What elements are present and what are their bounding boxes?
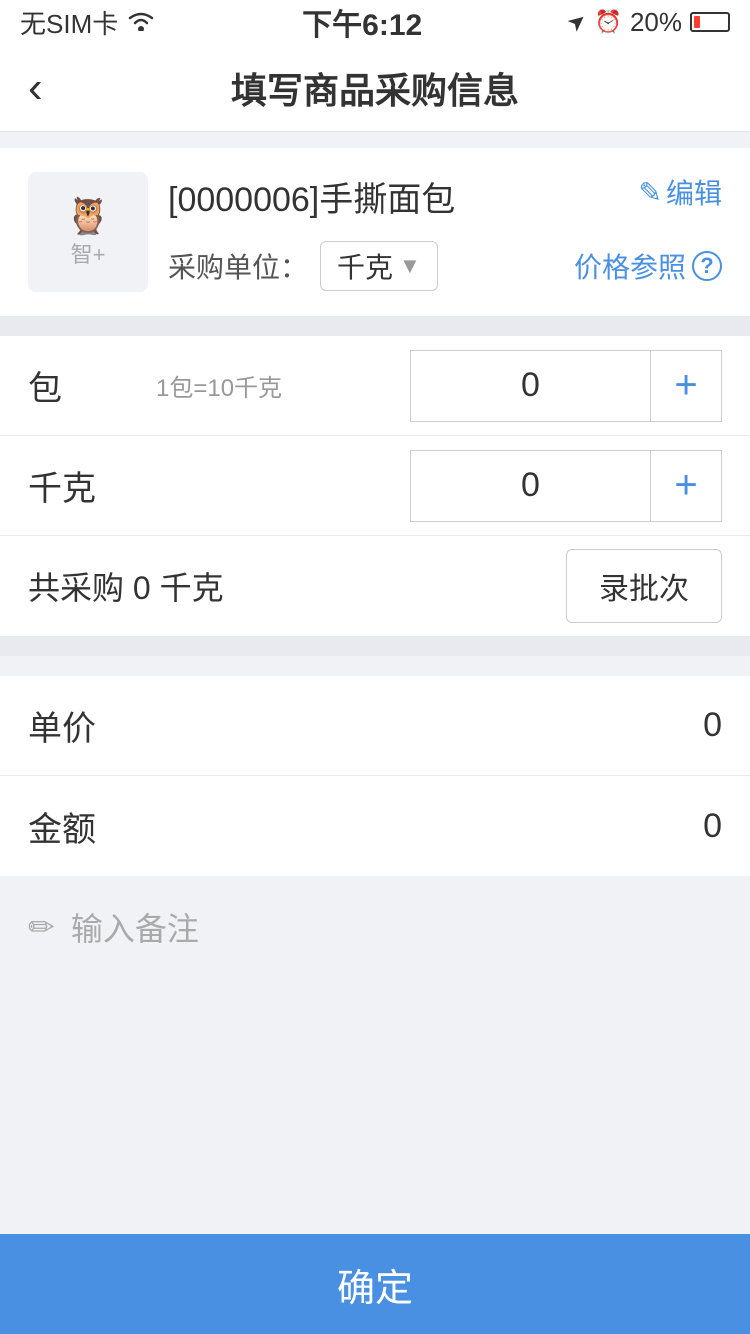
alarm-icon: ⏰ xyxy=(595,9,622,35)
qianke-input-group: + xyxy=(410,450,722,522)
unit-left: 采购单位： 千克 ▼ xyxy=(168,241,438,291)
battery-icon xyxy=(690,12,730,32)
product-name: [0000006]手撕面包 xyxy=(168,172,639,221)
danjia-label: 单价 xyxy=(28,701,96,750)
remark-input-area[interactable]: ✏ 输入备注 xyxy=(28,904,722,950)
status-bar: 无SIM卡 下午6:12 ➤ ⏰ 20% xyxy=(0,0,750,44)
edit-label: 编辑 xyxy=(666,172,722,212)
product-logo: 🦉 智+ xyxy=(28,172,148,292)
back-button[interactable]: ‹ xyxy=(28,66,43,110)
edit-button[interactable]: ✎ 编辑 xyxy=(639,172,722,212)
location-icon: ➤ xyxy=(562,6,593,38)
danjia-value: 0 xyxy=(703,706,722,745)
qianke-input[interactable] xyxy=(410,450,650,522)
unit-value: 千克 xyxy=(337,246,393,286)
unit-select[interactable]: 千克 ▼ xyxy=(320,241,438,291)
jine-label: 金额 xyxy=(28,802,96,851)
battery-percent: 20% xyxy=(630,7,682,38)
bao-sublabel: 1包=10千克 xyxy=(156,368,282,403)
unit-label: 采购单位： xyxy=(168,246,308,286)
nav-bar: ‹ 填写商品采购信息 xyxy=(0,44,750,132)
jine-value: 0 xyxy=(703,807,722,846)
divider-1 xyxy=(0,316,750,336)
empty-area xyxy=(0,978,750,1278)
record-batch-button[interactable]: 录批次 xyxy=(566,549,722,623)
bao-input-group: + xyxy=(410,350,722,422)
summary-row: 共采购 0 千克 录批次 xyxy=(0,536,750,636)
dropdown-icon: ▼ xyxy=(399,253,421,279)
product-section: 🦉 智+ [0000006]手撕面包 ✎ 编辑 采购单位： 千克 ▼ 价格参照 … xyxy=(0,148,750,316)
carrier-text: 无SIM卡 xyxy=(20,4,118,41)
product-info: [0000006]手撕面包 ✎ 编辑 采购单位： 千克 ▼ 价格参照 ? xyxy=(168,172,722,291)
product-header: [0000006]手撕面包 ✎ 编辑 xyxy=(168,172,722,221)
page-title: 填写商品采购信息 xyxy=(231,62,519,114)
bao-label: 包 xyxy=(28,361,148,410)
confirm-button[interactable]: 确定 xyxy=(0,1234,750,1334)
jine-row: 金额 0 xyxy=(0,776,750,876)
edit-icon: ✎ xyxy=(639,176,662,209)
pencil-icon: ✏ xyxy=(28,908,55,946)
bao-plus-button[interactable]: + xyxy=(650,350,722,422)
price-section: 单价 0 金额 0 xyxy=(0,676,750,876)
bao-row: 包 1包=10千克 + xyxy=(0,336,750,436)
qianke-row: 千克 + xyxy=(0,436,750,536)
help-icon: ? xyxy=(692,251,722,281)
price-ref-label: 价格参照 xyxy=(574,246,686,286)
danjia-row: 单价 0 xyxy=(0,676,750,776)
product-unit-row: 采购单位： 千克 ▼ 价格参照 ? xyxy=(168,241,722,291)
remark-placeholder: 输入备注 xyxy=(71,904,199,950)
wifi-icon xyxy=(126,7,156,38)
status-right: ➤ ⏰ 20% xyxy=(568,7,730,38)
summary-text: 共采购 0 千克 xyxy=(28,563,224,609)
status-time: 下午6:12 xyxy=(302,0,422,44)
qianke-plus-button[interactable]: + xyxy=(650,450,722,522)
price-ref-button[interactable]: 价格参照 ? xyxy=(574,246,722,286)
status-left: 无SIM卡 xyxy=(20,4,156,41)
divider-2 xyxy=(0,636,750,656)
product-logo-text: 🦉 智+ xyxy=(66,195,111,269)
remark-section[interactable]: ✏ 输入备注 xyxy=(0,876,750,978)
input-section: 包 1包=10千克 + 千克 + xyxy=(0,336,750,536)
qianke-label: 千克 xyxy=(28,461,148,510)
bao-input[interactable] xyxy=(410,350,650,422)
